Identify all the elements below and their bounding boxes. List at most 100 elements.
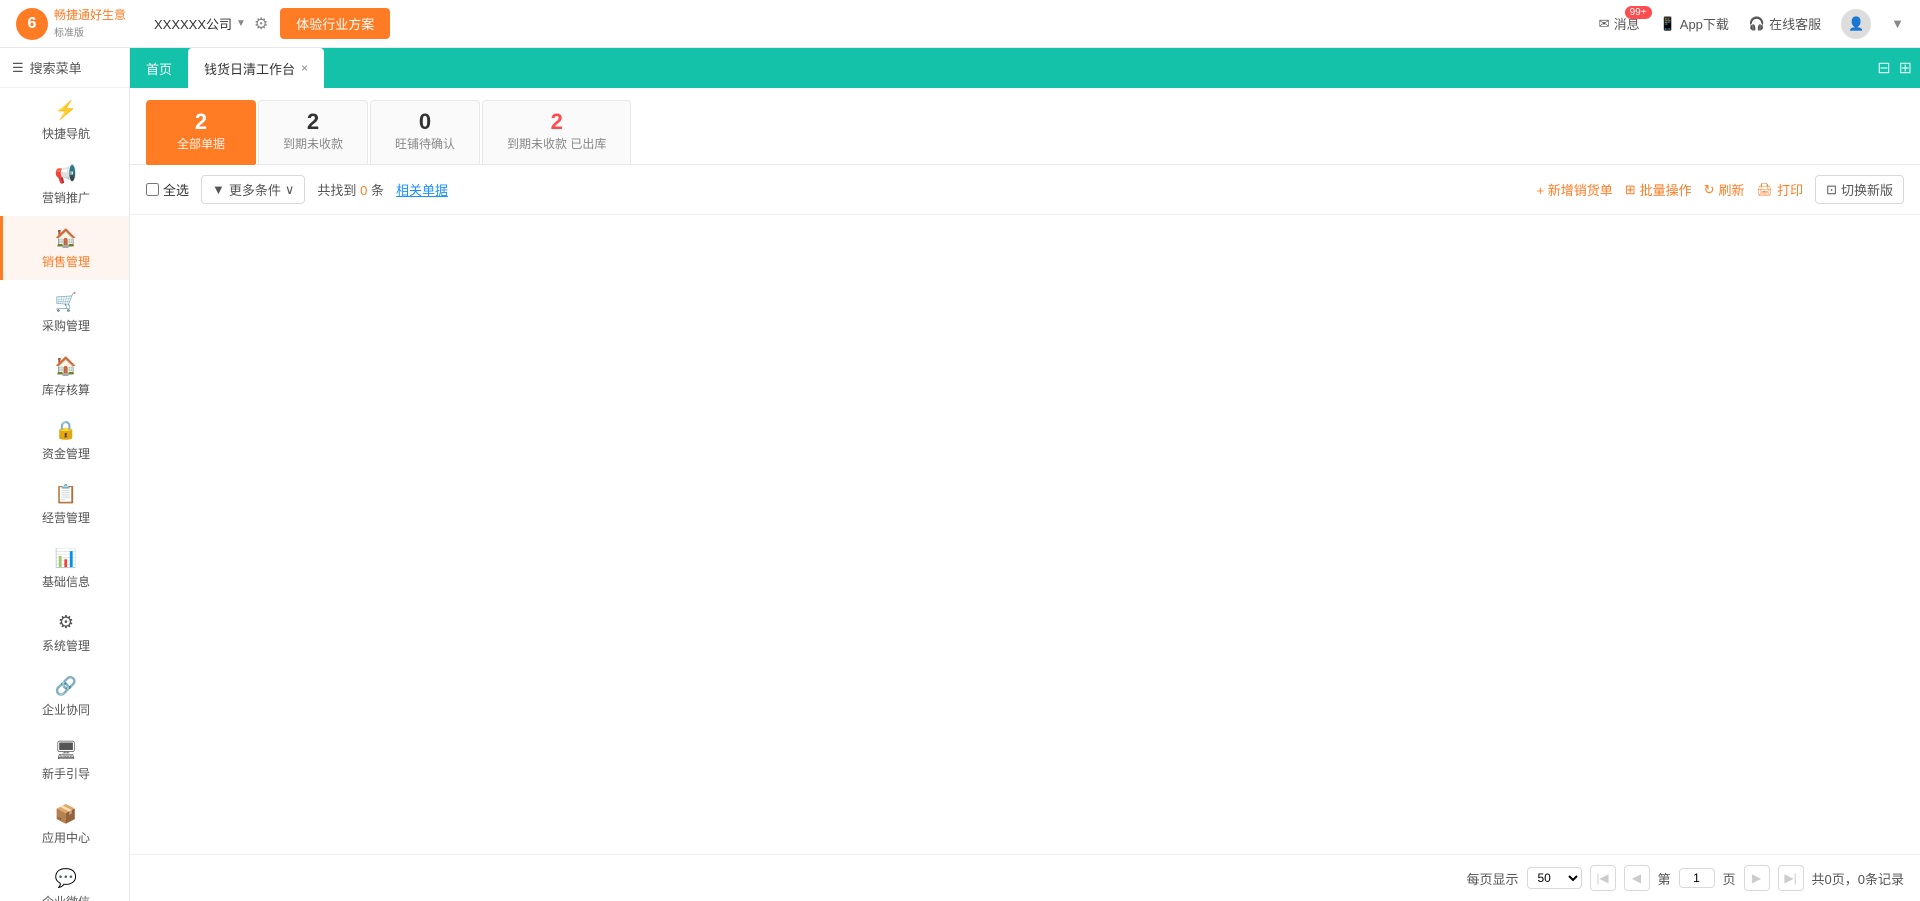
chevron-down-icon: ▼ [236,18,246,29]
sidebar-item-kuaijie[interactable]: ⚡ 快捷导航 [0,88,129,152]
message-button[interactable]: ✉ 消息 99+ [1599,14,1640,33]
refresh-icon: ↻ [1704,182,1715,198]
related-link[interactable]: 相关单据 [396,180,448,199]
filter-label: 更多条件 [229,180,281,199]
stat-tab-overdue[interactable]: 2 到期未收款 [258,100,368,164]
logo-icon: 6 [16,8,48,40]
online-service-button[interactable]: 🎧 在线客服 [1749,14,1821,33]
stat-tab-wangpu[interactable]: 0 旺铺待确认 [370,100,480,164]
username-display[interactable]: ▼ [1891,16,1904,31]
flash-icon: ⚡ [55,100,77,121]
search-menu-button[interactable]: ☰ 搜索菜单 [0,48,129,88]
logo-badge: 标准版 [54,24,126,39]
guide-icon: 🖥 [55,740,78,761]
download-icon: 📱 [1660,16,1676,32]
wechat-icon: 💬 [55,868,77,889]
link-icon: 🔗 [55,676,77,697]
sidebar-item-kucun[interactable]: 🏠 库存核算 [0,344,129,408]
sidebar-item-weixin[interactable]: 💬 企业微信 [0,856,129,901]
sidebar-label-zijin: 资金管理 [42,445,90,462]
found-unit: 条 [371,183,384,198]
filter-button[interactable]: ▼ 更多条件 ∨ [201,175,305,204]
settings-button[interactable]: ⚙ [254,14,268,34]
app-download-button[interactable]: 📱 App下载 [1660,14,1729,33]
refresh-button[interactable]: ↻ 刷新 [1704,180,1745,199]
sidebar-label-caigou: 采购管理 [42,317,90,334]
sidebar-item-yingxiao[interactable]: 📢 营销推广 [0,152,129,216]
sidebar-item-yingyong[interactable]: 📦 应用中心 [0,792,129,856]
stat-label-wangpu: 旺铺待确认 [395,135,455,152]
online-service-label: 在线客服 [1769,14,1821,33]
message-badge: 99+ [1625,6,1652,19]
sidebar-item-xiaoshou[interactable]: 🏠 销售管理 [0,216,129,280]
chevron-icon: ∨ [285,182,295,198]
next-page-button[interactable]: ▶ [1744,865,1770,891]
per-page-label: 每页显示 [1466,869,1518,888]
page-suffix: 页 [1723,869,1736,888]
stat-label-overdue-shipped: 到期未收款 已出库 [507,135,606,152]
batch-operation-button[interactable]: ⊞ 批量操作 [1625,180,1692,199]
last-page-button[interactable]: ▶| [1778,865,1804,891]
stat-count-overdue-shipped: 2 [551,109,563,135]
gear-icon: ⚙ [58,612,74,633]
tab-maximize-button[interactable]: ⊞ [1899,58,1912,78]
total-info: 共0页，0条记录 [1812,869,1904,888]
logo-name: 畅捷通好生意 [54,8,126,24]
pagination: 每页显示 50 100 200 |◀ ◀ 第 1 页 ▶ ▶| 共0页，0条记录 [130,854,1920,901]
topbar: 6 畅捷通好生意 标准版 XXXXXX公司 ▼ ⚙ 体验行业方案 ✉ 消息 99… [0,0,1920,48]
toolbar-left: 全选 ▼ 更多条件 ∨ 共找到 0 条 相关单据 [146,175,448,204]
tab-minimize-button[interactable]: ⊟ [1877,58,1890,78]
main-content: 2 全部单据 2 到期未收款 0 旺铺待确认 2 到期未收款 已出库 全选 [130,88,1920,901]
sidebar-label-jingying: 经营管理 [42,509,90,526]
tab-close-icon[interactable]: × [301,61,308,75]
print-label: 打印 [1777,180,1803,199]
sales-icon: 🏠 [55,228,77,249]
switch-label: 切换新版 [1841,180,1893,199]
message-icon: ✉ [1599,16,1610,32]
avatar-icon: 👤 [1848,16,1864,32]
app-download-label: App下载 [1680,14,1729,33]
tab-home[interactable]: 首页 [130,48,188,88]
batch-icon: ⊞ [1625,182,1636,198]
stat-tab-all[interactable]: 2 全部单据 [146,100,256,164]
stat-tab-overdue-shipped[interactable]: 2 到期未收款 已出库 [482,100,631,164]
refresh-label: 刷新 [1719,180,1745,199]
select-all-input[interactable] [146,183,159,196]
switch-version-button[interactable]: ⊡ 切换新版 [1815,175,1904,204]
per-page-select[interactable]: 50 100 200 [1527,867,1582,889]
sidebar-item-jingying[interactable]: 📋 经营管理 [0,472,129,536]
sidebar-label-kuaijie: 快捷导航 [42,125,90,142]
username-text: ▼ [1891,16,1904,31]
page-label: 第 [1658,869,1671,888]
sidebar-item-xitong[interactable]: ⚙ 系统管理 [0,600,129,664]
toolbar: 全选 ▼ 更多条件 ∨ 共找到 0 条 相关单据 + 新增销货单 ⊞ [130,165,1920,215]
sidebar-item-caigou[interactable]: 🛒 采购管理 [0,280,129,344]
sidebar-item-jichu[interactable]: 📊 基础信息 [0,536,129,600]
print-button[interactable]: 🖨 打印 [1757,180,1804,199]
sidebar-label-yingyong: 应用中心 [42,829,90,846]
experience-button[interactable]: 体验行业方案 [280,8,390,39]
sidebar-item-qiye[interactable]: 🔗 企业协同 [0,664,129,728]
company-name: XXXXXX公司 [154,14,232,33]
logo-area: 6 畅捷通好生意 标准版 [16,8,146,40]
tab-qianhuoriqing[interactable]: 钱货日清工作台 × [188,48,324,88]
sidebar-label-qiye: 企业协同 [42,701,90,718]
stat-count-all: 2 [195,109,207,135]
prev-page-button[interactable]: ◀ [1624,865,1650,891]
warehouse-icon: 🏠 [55,356,77,377]
add-sale-order-button[interactable]: + 新增销货单 [1536,180,1612,199]
first-page-button[interactable]: |◀ [1590,865,1616,891]
lock-icon: 🔒 [55,420,77,441]
search-icon: ☰ [12,60,24,76]
sidebar-item-zijin[interactable]: 🔒 资金管理 [0,408,129,472]
company-selector[interactable]: XXXXXX公司 ▼ [154,14,246,33]
avatar[interactable]: 👤 [1841,9,1871,39]
sidebar-label-yingxiao: 营销推广 [42,189,90,206]
table-area [130,215,1920,854]
sidebar-item-xinshou[interactable]: 🖥 新手引导 [0,728,129,792]
sidebar-label-weixin: 企业微信 [42,893,90,901]
select-all-checkbox[interactable]: 全选 [146,180,189,199]
page-number-input[interactable]: 1 [1679,868,1715,888]
report-icon: 📋 [55,484,77,505]
headset-icon: 🎧 [1749,16,1765,32]
